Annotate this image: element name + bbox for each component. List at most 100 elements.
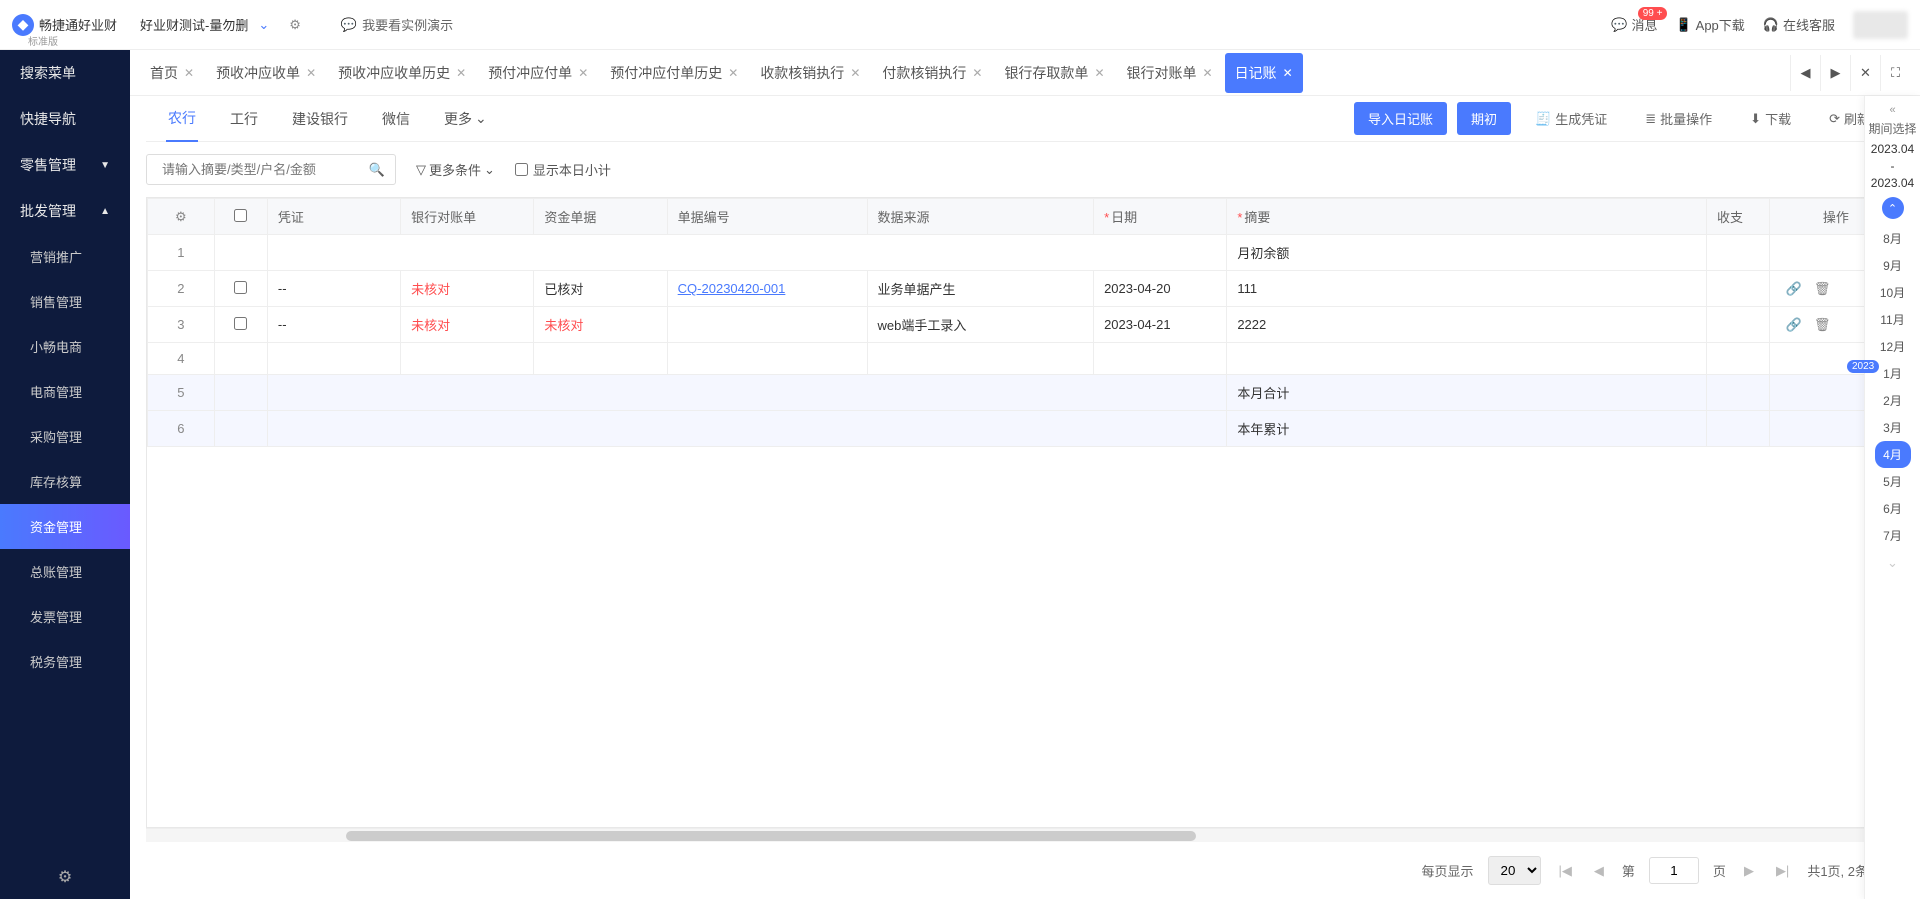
chevron-down-icon: ⌄ — [475, 110, 487, 127]
tab[interactable]: 付款核销执行✕ — [872, 53, 992, 93]
close-icon[interactable]: ✕ — [972, 66, 982, 80]
close-icon[interactable]: ✕ — [728, 66, 738, 80]
period-month[interactable]: 10月 — [1865, 279, 1920, 306]
select-all-checkbox[interactable] — [214, 199, 267, 235]
close-icon[interactable]: ✕ — [850, 66, 860, 80]
sidebar-item[interactable]: 小畅电商 — [0, 324, 130, 369]
bank-tab[interactable]: 工行 — [228, 97, 260, 141]
sidebar-item[interactable]: 库存核算 — [0, 459, 130, 504]
batch-operation-button[interactable]: ≣批量操作 — [1631, 102, 1726, 135]
doc-no-link[interactable]: CQ-20230420-001 — [678, 281, 786, 296]
close-icon[interactable]: ✕ — [306, 66, 316, 80]
period-month[interactable]: 11月 — [1865, 306, 1920, 333]
sidebar-item[interactable]: 销售管理 — [0, 279, 130, 324]
sidebar-item[interactable]: 快捷导航 — [0, 96, 130, 142]
sidebar-item[interactable]: 批发管理▲ — [0, 188, 130, 234]
bank-tab[interactable]: 建设银行 — [290, 97, 350, 141]
search-input[interactable] — [157, 157, 369, 182]
tab[interactable]: 银行对账单✕ — [1117, 53, 1223, 93]
download-button[interactable]: ⬇下载 — [1736, 102, 1805, 135]
tab[interactable]: 银行存取款单✕ — [994, 53, 1114, 93]
tab-prev-button[interactable]: ◀ — [1790, 55, 1820, 91]
sidebar-settings-icon[interactable]: ⚙ — [58, 867, 72, 887]
period-collapse-button[interactable]: « — [1889, 104, 1895, 116]
period-month[interactable]: 8月 — [1865, 225, 1920, 252]
tab[interactable]: 首页✕ — [140, 53, 204, 93]
sidebar-item[interactable]: 营销推广 — [0, 234, 130, 279]
delete-icon[interactable]: 🗑 — [1814, 281, 1831, 296]
more-filters-button[interactable]: ▽ 更多条件 ⌄ — [416, 160, 495, 179]
bank-stmt-status[interactable]: 未核对 — [411, 318, 450, 333]
period-month[interactable]: 9月 — [1865, 252, 1920, 279]
per-page-select[interactable]: 20 — [1488, 856, 1541, 885]
tab[interactable]: 收款核销执行✕ — [750, 53, 870, 93]
show-daily-subtotal-checkbox[interactable]: 显示本日小计 — [515, 160, 611, 179]
period-month[interactable]: 7月 — [1865, 522, 1920, 549]
delete-icon[interactable]: 🗑 — [1814, 317, 1831, 332]
close-icon[interactable]: ✕ — [456, 66, 466, 80]
period-month[interactable]: 12月 — [1865, 333, 1920, 360]
bank-stmt-status[interactable]: 未核对 — [411, 282, 450, 297]
avatar[interactable] — [1853, 11, 1908, 39]
period-month[interactable]: 3月 — [1865, 414, 1920, 441]
period-scroll-down-button[interactable]: ⌄ — [1887, 555, 1898, 571]
bank-tab[interactable]: 农行 — [166, 96, 198, 142]
tab[interactable]: 预付冲应付单✕ — [478, 53, 598, 93]
prev-page-button[interactable]: ◀ — [1590, 863, 1608, 879]
customer-service-button[interactable]: 🎧 在线客服 — [1763, 15, 1835, 34]
close-icon[interactable]: ✕ — [1283, 66, 1293, 80]
last-page-button[interactable]: ▶| — [1772, 863, 1793, 879]
period-scroll-up-button[interactable]: ⌃ — [1882, 197, 1904, 219]
import-journal-button[interactable]: 导入日记账 — [1354, 102, 1447, 135]
page-input[interactable] — [1649, 857, 1699, 884]
generate-voucher-button[interactable]: 🧾生成凭证 — [1521, 102, 1621, 135]
tab-next-button[interactable]: ▶ — [1820, 55, 1850, 91]
row-checkbox[interactable] — [234, 281, 247, 294]
app-download-button[interactable]: 📱 App下载 — [1675, 15, 1744, 34]
headset-icon: 🎧 — [1763, 17, 1779, 33]
search-box: 🔍 — [146, 154, 396, 185]
fullscreen-button[interactable]: ⛶ — [1880, 55, 1910, 91]
sidebar-item[interactable]: 资金管理 — [0, 504, 130, 549]
close-icon[interactable]: ✕ — [578, 66, 588, 80]
horizontal-scrollbar[interactable] — [146, 828, 1904, 842]
sidebar-item[interactable]: 搜索菜单 — [0, 50, 130, 96]
settings-icon[interactable]: ⚙ — [289, 17, 301, 33]
first-page-button[interactable]: |◀ — [1555, 863, 1576, 879]
sidebar-item[interactable]: 发票管理 — [0, 594, 130, 639]
period-month[interactable]: 5月 — [1865, 468, 1920, 495]
period-range[interactable]: 2023.04-2023.04 — [1871, 141, 1914, 191]
period-month[interactable]: 2月 — [1865, 387, 1920, 414]
period-month[interactable]: 4月 — [1875, 441, 1911, 468]
bank-tab[interactable]: 更多⌄ — [442, 97, 489, 141]
sidebar-item[interactable]: 零售管理▼ — [0, 142, 130, 188]
chevron-down-icon: ⌄ — [258, 17, 269, 33]
close-icon[interactable]: ✕ — [1094, 66, 1104, 80]
row-checkbox[interactable] — [234, 317, 247, 330]
tab[interactable]: 日记账✕ — [1225, 53, 1303, 93]
messages-button[interactable]: 💬 消息 99 + — [1611, 15, 1657, 34]
org-selector[interactable]: 好业财测试-量勿删 ⌄ — [140, 15, 269, 34]
sidebar-item[interactable]: 采购管理 — [0, 414, 130, 459]
sidebar-item[interactable]: 电商管理 — [0, 369, 130, 414]
search-icon[interactable]: 🔍 — [369, 162, 385, 178]
period-init-button[interactable]: 期初 — [1457, 102, 1511, 135]
demo-link[interactable]: 💬 我要看实例演示 — [341, 15, 453, 34]
bank-tab[interactable]: 微信 — [380, 97, 412, 141]
table-row: 6本年累计 — [148, 411, 1903, 447]
fund-doc-status[interactable]: 未核对 — [544, 318, 583, 333]
sidebar-item[interactable]: 总账管理 — [0, 549, 130, 594]
close-icon[interactable]: ✕ — [1203, 66, 1213, 80]
close-icon[interactable]: ✕ — [184, 66, 194, 80]
tab-close-all-button[interactable]: ✕ — [1850, 55, 1880, 91]
tab[interactable]: 预付冲应付单历史✕ — [600, 53, 748, 93]
link-icon[interactable]: 🔗 — [1786, 317, 1802, 332]
tab[interactable]: 预收冲应收单历史✕ — [328, 53, 476, 93]
settings-column[interactable]: ⚙ — [148, 199, 215, 235]
link-icon[interactable]: 🔗 — [1786, 281, 1802, 296]
period-month[interactable]: 6月 — [1865, 495, 1920, 522]
sidebar-item[interactable]: 税务管理 — [0, 639, 130, 684]
tab[interactable]: 预收冲应收单✕ — [206, 53, 326, 93]
next-page-button[interactable]: ▶ — [1740, 863, 1758, 879]
col-bank-stmt: 银行对账单 — [401, 199, 534, 235]
